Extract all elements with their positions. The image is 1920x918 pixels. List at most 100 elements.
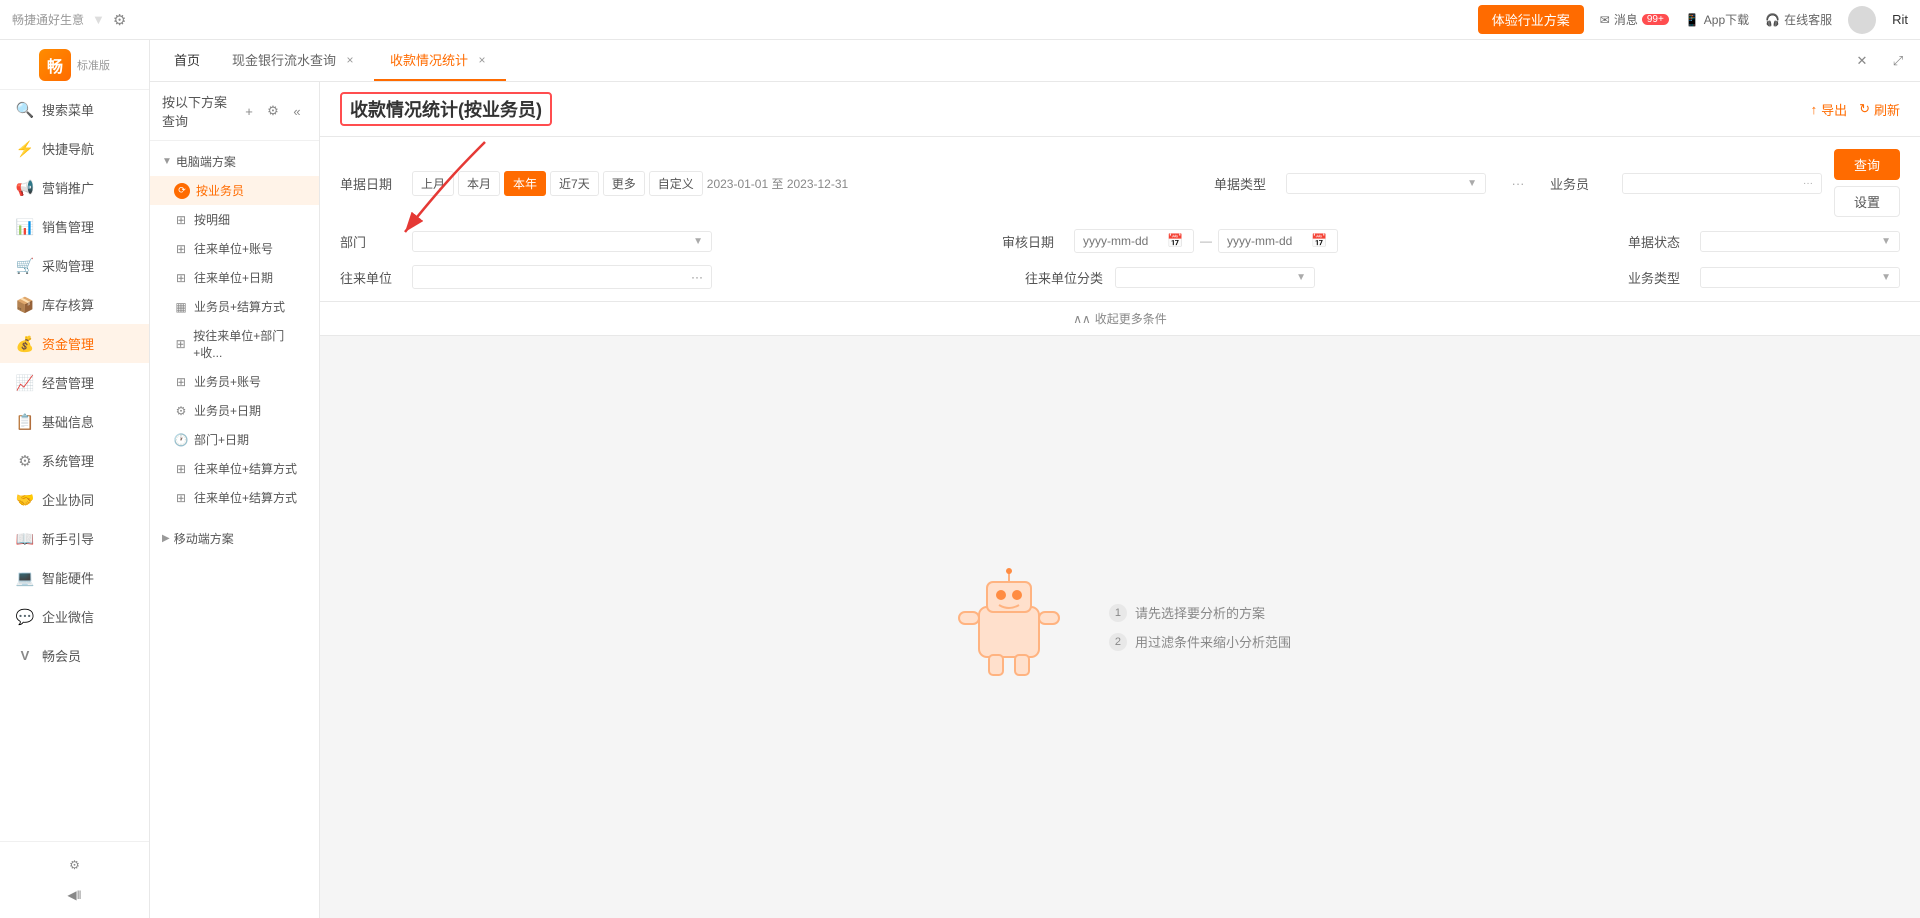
collapse-bar[interactable]: ∧∧ 收起更多条件 (320, 302, 1920, 336)
staff-chevron: ··· (1803, 178, 1813, 189)
sidebar-label-sales: 销售管理 (42, 217, 94, 236)
date-btn-this-month[interactable]: 本月 (458, 171, 500, 196)
sidebar-label-inventory: 库存核算 (42, 295, 94, 314)
staff-filter-dots[interactable]: ··· (1498, 176, 1538, 191)
scheme-group-mobile-title[interactable]: ▶ 移动端方案 (150, 524, 319, 553)
sidebar-item-quick[interactable]: ⚡ 快捷导航 (0, 129, 149, 168)
scheme-item-detail[interactable]: ⊞ 按明细 (150, 205, 319, 234)
tab-close-all-btn[interactable]: ✕ (1848, 47, 1876, 75)
sidebar-item-system[interactable]: ⚙ 系统管理 (0, 441, 149, 480)
tip-item-1: 1 请先选择要分析的方案 (1109, 603, 1291, 622)
scheme-item-staff-date[interactable]: ⚙ 业务员+日期 (150, 396, 319, 425)
date-btn-more[interactable]: 更多 (603, 171, 645, 196)
main-layout: 畅 标准版 🔍 搜索菜单 ⚡ 快捷导航 📢 营销推广 📊 销售管理 🛒 采购管理… (0, 40, 1920, 918)
avatar[interactable] (1848, 6, 1876, 34)
scheme-icon-staff-account: ⊞ (174, 375, 188, 389)
scheme-item-by-staff[interactable]: ⟳ 按业务员 (150, 176, 319, 205)
sidebar: 畅 标准版 🔍 搜索菜单 ⚡ 快捷导航 📢 营销推广 📊 销售管理 🛒 采购管理… (0, 40, 150, 918)
counterpart-select[interactable]: ··· (412, 265, 712, 289)
sidebar-label-basic: 基础信息 (42, 412, 94, 431)
scheme-header-actions: + ⚙ « (239, 101, 307, 121)
voucher-status-chevron: ▼ (1881, 236, 1891, 247)
sidebar-item-basic[interactable]: 📋 基础信息 (0, 402, 149, 441)
app-download[interactable]: 📱 App下载 (1685, 11, 1749, 28)
date-btn-last-month[interactable]: 上月 (412, 171, 454, 196)
date-group: 上月 本月 本年 近7天 更多 自定义 2023-01-01 至 2023-12… (412, 171, 848, 196)
scheme-panel: 按以下方案查询 + ⚙ « ▼ 电脑端方案 ⟳ (150, 82, 320, 918)
sidebar-item-inventory[interactable]: 📦 库存核算 (0, 285, 149, 324)
business-type-select[interactable]: ▼ (1700, 267, 1900, 288)
sidebar-item-guide[interactable]: 📖 新手引导 (0, 519, 149, 558)
scheme-item-staff-account[interactable]: ⊞ 业务员+账号 (150, 367, 319, 396)
dept-select[interactable]: ▼ (412, 231, 712, 252)
sidebar-item-wechat[interactable]: 💬 企业微信 (0, 597, 149, 636)
review-date-end[interactable]: 📅 (1218, 229, 1338, 253)
phone-icon: 📱 (1685, 13, 1700, 27)
date-btn-this-year[interactable]: 本年 (504, 171, 546, 196)
scheme-item-staff-date-label: 业务员+日期 (194, 402, 261, 419)
scheme-item-unit-dept[interactable]: ⊞ 按往来单位+部门+收... (150, 321, 319, 367)
sidebar-item-finance[interactable]: 💰 资金管理 (0, 324, 149, 363)
sidebar-item-search[interactable]: 🔍 搜索菜单 (0, 90, 149, 129)
tab-bar: 首页 现金银行流水查询 × 收款情况统计 × ✕ ⤢ (150, 40, 1920, 82)
sidebar-settings-btn[interactable]: ⚙ (0, 850, 149, 880)
scheme-item-unit-date[interactable]: ⊞ 往来单位+日期 (150, 263, 319, 292)
review-date-end-input[interactable] (1227, 234, 1307, 248)
date-btn-custom[interactable]: 自定义 (649, 171, 703, 196)
sidebar-settings: ⚙ ◀‖ (0, 841, 149, 918)
sidebar-item-marketing[interactable]: 📢 营销推广 (0, 168, 149, 207)
finance-icon: 💰 (16, 335, 34, 353)
settings-button[interactable]: 设置 (1834, 186, 1900, 217)
tab-receipt-stats-close[interactable]: × (474, 52, 490, 68)
counterpart-category-select[interactable]: ▼ (1115, 267, 1315, 288)
sidebar-item-purchase[interactable]: 🛒 采购管理 (0, 246, 149, 285)
scheme-icon-unit-date: ⊞ (174, 271, 188, 285)
scheme-group-pc-title[interactable]: ▼ 电脑端方案 (150, 147, 319, 176)
refresh-btn[interactable]: ↻ 刷新 (1859, 100, 1900, 119)
page-title: 收款情况统计(按业务员) (340, 92, 552, 126)
counterpart-dots[interactable]: ··· (691, 270, 703, 284)
dept-chevron: ▼ (693, 236, 703, 247)
system-icon: ⚙ (16, 452, 34, 470)
scheme-item-unit-date-label: 往来单位+日期 (194, 269, 273, 286)
sidebar-item-member[interactable]: V 畅会员 (0, 636, 149, 675)
message-icon: ✉ (1600, 13, 1610, 27)
tab-bank-flow-close[interactable]: × (342, 52, 358, 68)
voucher-status-select[interactable]: ▼ (1700, 231, 1900, 252)
review-date-start-input[interactable] (1083, 234, 1163, 248)
sidebar-item-collab[interactable]: 🤝 企业协同 (0, 480, 149, 519)
sidebar-item-sales[interactable]: 📊 销售管理 (0, 207, 149, 246)
scheme-collapse-btn[interactable]: « (287, 101, 307, 121)
scheme-item-unit-settle1[interactable]: ⊞ 往来单位+结算方式 (150, 454, 319, 483)
filter-row-3: 往来单位 ··· 往来单位分类 ▼ 业务类型 (340, 265, 1900, 289)
scheme-item-staff-payment[interactable]: ▦ 业务员+结算方式 (150, 292, 319, 321)
scheme-item-unit-dept-label: 按往来单位+部门+收... (193, 327, 307, 361)
scheme-item-unit-account[interactable]: ⊞ 往来单位+账号 (150, 234, 319, 263)
scheme-item-unit-settle2-label: 往来单位+结算方式 (194, 489, 297, 506)
scheme-item-dept-date[interactable]: 🕐 部门+日期 (150, 425, 319, 454)
scheme-add-btn[interactable]: + (239, 101, 259, 121)
tab-bank-flow[interactable]: 现金银行流水查询 × (216, 40, 374, 81)
message-action[interactable]: ✉ 消息 99+ (1600, 11, 1669, 28)
voucher-type-chevron: ▼ (1467, 178, 1477, 189)
tab-home[interactable]: 首页 (158, 40, 216, 81)
tab-maximize-btn[interactable]: ⤢ (1884, 47, 1912, 75)
export-btn[interactable]: ↑ 导出 (1811, 100, 1848, 119)
empty-content: 1 请先选择要分析的方案 2 用过滤条件来缩小分析范围 (949, 567, 1291, 687)
sidebar-collapse-btn[interactable]: ◀‖ (0, 880, 149, 910)
online-service[interactable]: 🎧 在线客服 (1765, 11, 1832, 28)
scheme-icon-staff-payment: ▦ (174, 300, 188, 314)
scheme-item-unit-settle2[interactable]: ⊞ 往来单位+结算方式 (150, 483, 319, 512)
sidebar-item-operations[interactable]: 📈 经营管理 (0, 363, 149, 402)
voucher-type-select[interactable]: ▼ (1286, 173, 1486, 194)
sidebar-item-hardware[interactable]: 💻 智能硬件 (0, 558, 149, 597)
tab-receipt-stats[interactable]: 收款情况统计 × (374, 40, 506, 81)
settings-icon[interactable]: ⚙ (113, 11, 126, 29)
date-btn-7days[interactable]: 近7天 (550, 171, 599, 196)
staff-select[interactable]: ··· (1622, 173, 1822, 194)
review-date-start[interactable]: 📅 (1074, 229, 1194, 253)
query-button[interactable]: 查询 (1834, 149, 1900, 180)
trial-button[interactable]: 体验行业方案 (1478, 5, 1584, 34)
scheme-settings-btn[interactable]: ⚙ (263, 101, 283, 121)
scheme-item-unit-account-label: 往来单位+账号 (194, 240, 273, 257)
